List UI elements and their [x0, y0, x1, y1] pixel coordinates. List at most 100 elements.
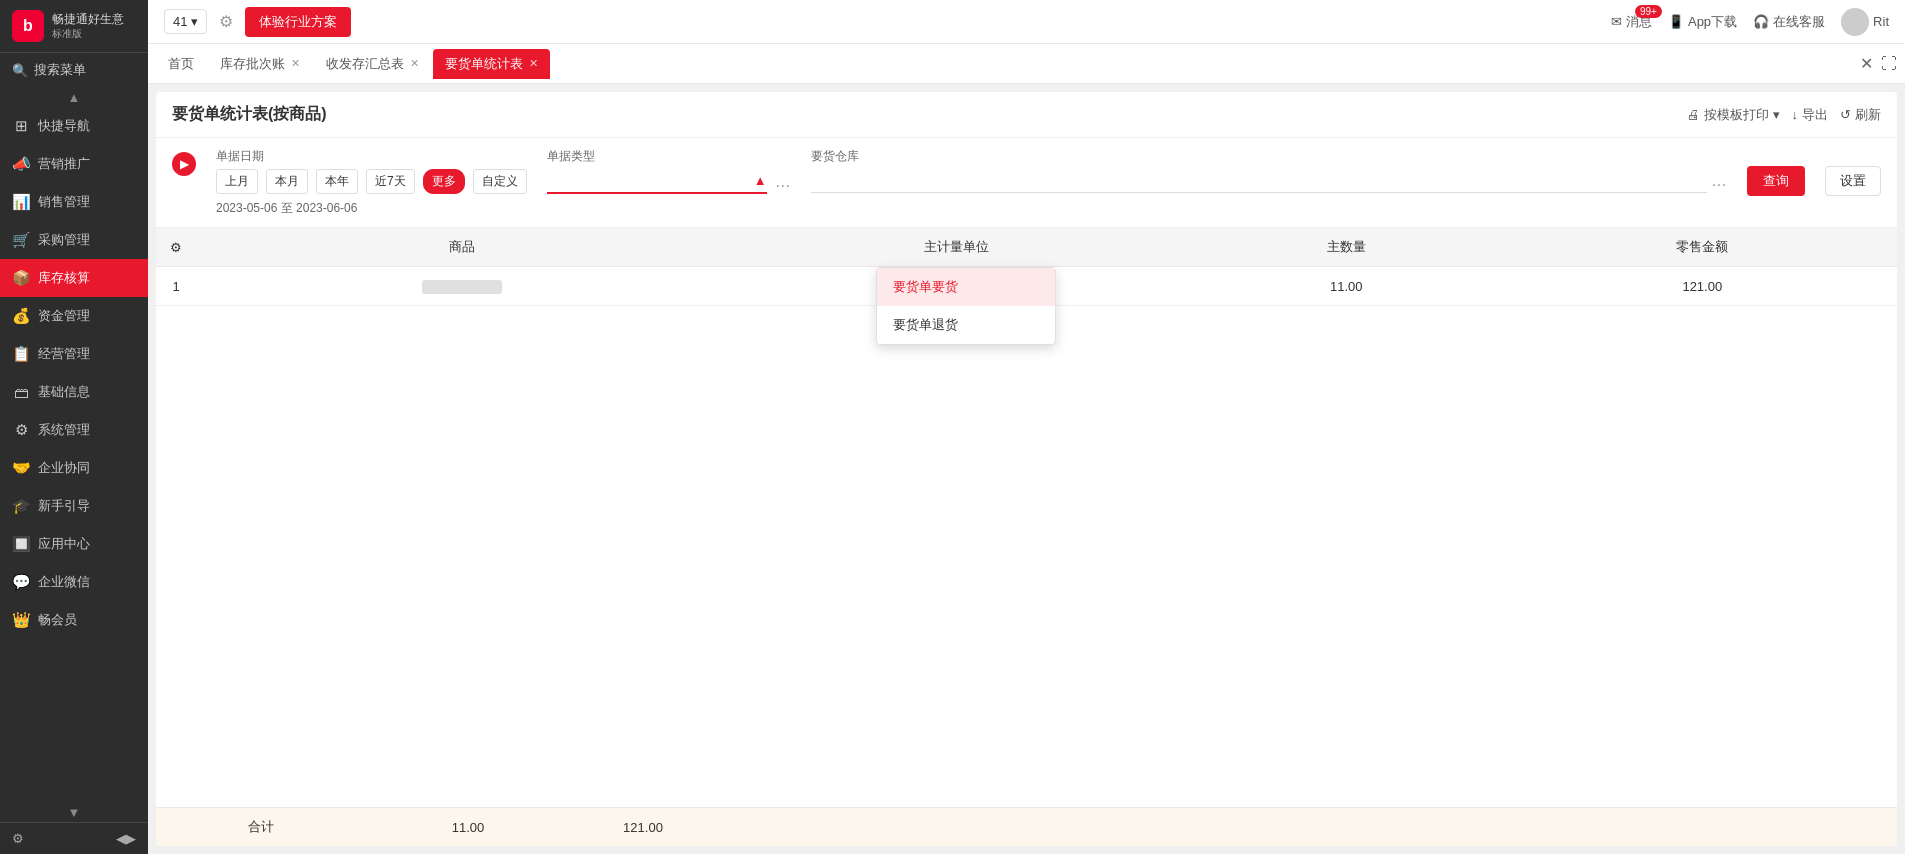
tab-receive-summary[interactable]: 收发存汇总表 ✕ [314, 49, 431, 79]
filter-warehouse-more[interactable]: … [1711, 172, 1727, 190]
filter-date-year[interactable]: 本年 [316, 169, 358, 194]
settings-btn[interactable]: ⚙ [219, 12, 233, 31]
tab-expand-icon[interactable]: ⛶ [1881, 55, 1897, 73]
chevron-up-icon: ▲ [754, 173, 767, 188]
sidebar-item-finance[interactable]: 💰 资金管理 [0, 297, 148, 335]
filter-date-7[interactable]: 近7天 [366, 169, 415, 194]
tab-requisition-stats[interactable]: 要货单统计表 ✕ [433, 49, 550, 79]
filter-bar: ▶ 单据日期 上月 本月 本年 近7天 更多 自定义 2023-05-06 至 … [156, 138, 1897, 228]
th-settings[interactable]: ⚙ [156, 228, 196, 267]
tab-close-all-icon[interactable]: ✕ [1860, 54, 1873, 73]
basic-icon: 🗃 [12, 384, 30, 401]
tab-inventory-batch[interactable]: 库存批次账 ✕ [208, 49, 312, 79]
avatar [1841, 8, 1869, 36]
sidebar-item-guide[interactable]: 🎓 新手引导 [0, 487, 148, 525]
tab-requisition-stats-label: 要货单统计表 [445, 55, 523, 73]
tab-bar: 首页 库存批次账 ✕ 收发存汇总表 ✕ 要货单统计表 ✕ ✕ ⛶ [148, 44, 1905, 84]
refresh-btn[interactable]: ↺ 刷新 [1840, 106, 1881, 124]
company-number: 41 [173, 14, 187, 29]
filter-date-more[interactable]: 更多 [423, 169, 465, 194]
filter-warehouse-label: 要货仓库 [811, 148, 1727, 165]
user-name: Rit [1873, 14, 1889, 29]
sidebar-item-quick-nav[interactable]: ⊞ 快捷导航 [0, 107, 148, 145]
trial-btn[interactable]: 体验行业方案 [245, 7, 351, 37]
search-icon: 🔍 [12, 63, 28, 78]
print-btn[interactable]: 🖨 按模板打印 ▾ [1687, 106, 1780, 124]
tab-receive-summary-close[interactable]: ✕ [410, 57, 419, 70]
tab-inventory-batch-close[interactable]: ✕ [291, 57, 300, 70]
operation-icon: 📋 [12, 345, 30, 363]
filter-type-label: 单据类型 [547, 148, 791, 165]
tab-home[interactable]: 首页 [156, 49, 206, 79]
sidebar-scroll-down[interactable]: ▼ [0, 802, 148, 822]
chevron-down-icon: ▾ [191, 14, 198, 29]
sidebar-item-system[interactable]: ⚙ 系统管理 [0, 411, 148, 449]
filter-date-custom[interactable]: 自定义 [473, 169, 527, 194]
header-left: 41 ▾ ⚙ 体验行业方案 [164, 7, 351, 37]
company-selector[interactable]: 41 ▾ [164, 9, 207, 34]
row-no: 1 [156, 267, 196, 306]
sidebar-item-wechat[interactable]: 💬 企业微信 [0, 563, 148, 601]
user-avatar-btn[interactable]: Rit [1841, 8, 1889, 36]
sidebar-item-basic[interactable]: 🗃 基础信息 [0, 373, 148, 411]
print-icon: 🖨 [1687, 107, 1700, 122]
messages-btn[interactable]: ✉ 消息 99+ [1611, 13, 1652, 31]
settings-btn[interactable]: 设置 [1825, 166, 1881, 196]
sidebar-scroll-up[interactable]: ▲ [0, 87, 148, 107]
th-product: 商品 [196, 228, 729, 267]
sales-icon: 📊 [12, 193, 30, 211]
sidebar-item-operation[interactable]: 📋 经营管理 [0, 335, 148, 373]
refresh-icon: ↺ [1840, 107, 1851, 122]
sidebar-item-label: 基础信息 [38, 383, 90, 401]
sidebar-item-label: 快捷导航 [38, 117, 90, 135]
sidebar-item-sales[interactable]: 📊 销售管理 [0, 183, 148, 221]
logo-line1: 畅捷通好生意 [52, 11, 124, 28]
header-right: ✉ 消息 99+ 📱 App下载 🎧 在线客服 Rit [1611, 8, 1889, 36]
sidebar-footer: ⚙ ◀▶ [0, 822, 148, 854]
footer-qty: 11.00 [368, 820, 568, 835]
sidebar-item-marketing[interactable]: 📣 营销推广 [0, 145, 148, 183]
filter-date-shang[interactable]: 上月 [216, 169, 258, 194]
row-product [196, 267, 729, 306]
tab-requisition-stats-close[interactable]: ✕ [529, 57, 538, 70]
filter-date-range: 2023-05-06 至 2023-06-06 [216, 200, 527, 217]
collapse-icon[interactable]: ◀▶ [116, 831, 136, 846]
sidebar-item-label: 资金管理 [38, 307, 90, 325]
filter-warehouse-input[interactable] [811, 169, 1707, 193]
filter-type-more[interactable]: … [775, 173, 791, 191]
logo-icon: b [12, 10, 44, 42]
sidebar-item-label: 库存核算 [38, 269, 90, 287]
dropdown-item-requisition[interactable]: 要货单要货 [877, 268, 1055, 306]
phone-icon: 📱 [1668, 14, 1684, 29]
sidebar-item-inventory[interactable]: 📦 库存核算 [0, 259, 148, 297]
app-download-btn[interactable]: 📱 App下载 [1668, 13, 1737, 31]
filter-expand-btn[interactable]: ▶ [172, 152, 196, 176]
row-amount: 121.00 [1508, 267, 1897, 306]
th-amount: 零售金额 [1508, 228, 1897, 267]
sidebar-item-label: 系统管理 [38, 421, 90, 439]
sidebar-item-enterprise[interactable]: 🤝 企业协同 [0, 449, 148, 487]
filter-date-ben[interactable]: 本月 [266, 169, 308, 194]
type-dropdown: 要货单要货 要货单退货 [876, 267, 1056, 345]
sidebar-item-purchase[interactable]: 🛒 采购管理 [0, 221, 148, 259]
online-service-btn[interactable]: 🎧 在线客服 [1753, 13, 1825, 31]
sidebar-search[interactable]: 🔍 搜索菜单 [0, 53, 148, 87]
export-icon: ↓ [1792, 107, 1799, 122]
export-btn[interactable]: ↓ 导出 [1792, 106, 1829, 124]
sidebar-item-member[interactable]: 👑 畅会员 [0, 601, 148, 639]
query-btn[interactable]: 查询 [1747, 166, 1805, 196]
filter-type-select[interactable]: ▲ [547, 169, 767, 194]
headset-icon: 🎧 [1753, 14, 1769, 29]
sidebar-item-appstore[interactable]: 🔲 应用中心 [0, 525, 148, 563]
sidebar-item-label: 畅会员 [38, 611, 77, 629]
dropdown-item-return[interactable]: 要货单退货 [877, 306, 1055, 344]
header: 41 ▾ ⚙ 体验行业方案 ✉ 消息 99+ 📱 App下载 🎧 在线客服 R [148, 0, 1905, 44]
online-service-label: 在线客服 [1773, 13, 1825, 31]
sidebar-item-label: 销售管理 [38, 193, 90, 211]
sidebar-search-label: 搜索菜单 [34, 61, 86, 79]
logo: b 畅捷通好生意 标准版 [0, 0, 148, 53]
settings-icon[interactable]: ⚙ [12, 831, 24, 846]
page-actions: 🖨 按模板打印 ▾ ↓ 导出 ↺ 刷新 [1687, 106, 1882, 124]
filter-warehouse-group: 要货仓库 … [811, 148, 1727, 193]
sidebar-item-label: 营销推广 [38, 155, 90, 173]
